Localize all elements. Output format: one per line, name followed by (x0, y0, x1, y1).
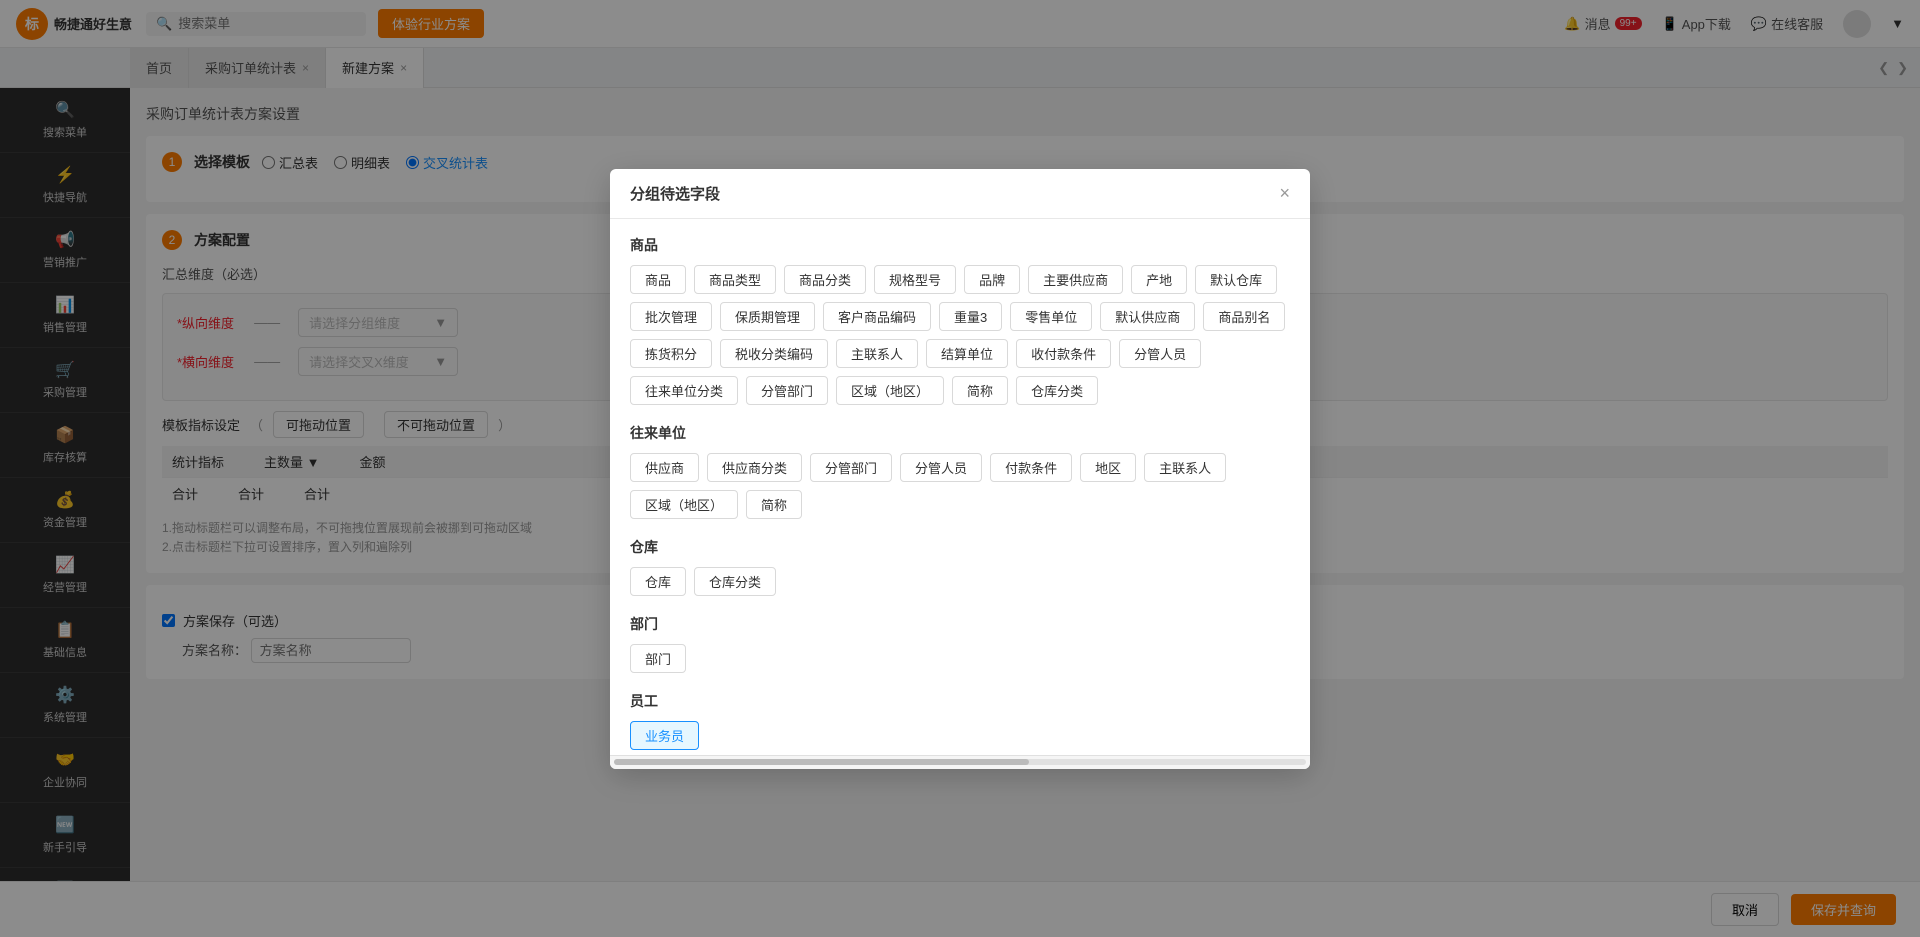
section-title-1: 往来单位 (630, 423, 1290, 443)
field-chip-0-21[interactable]: 往来单位分类 (630, 376, 738, 405)
field-chip-0-16[interactable]: 税收分类编码 (720, 339, 828, 368)
field-chip-0-10[interactable]: 客户商品编码 (823, 302, 931, 331)
field-grid-3: 部门 (630, 644, 1290, 673)
section-title-0: 商品 (630, 235, 1290, 255)
field-chip-1-6[interactable]: 主联系人 (1144, 453, 1226, 482)
field-chip-4-0[interactable]: 业务员 (630, 721, 699, 750)
modal-section-1: 往来单位供应商供应商分类分管部门分管人员付款条件地区主联系人区域（地区） 简称 (630, 423, 1290, 519)
field-chip-1-0[interactable]: 供应商 (630, 453, 699, 482)
field-chip-1-5[interactable]: 地区 (1080, 453, 1136, 482)
field-chip-0-18[interactable]: 结算单位 (926, 339, 1008, 368)
field-chip-0-9[interactable]: 保质期管理 (720, 302, 815, 331)
field-chip-1-2[interactable]: 分管部门 (810, 453, 892, 482)
field-chip-0-24[interactable]: 简称 (952, 376, 1008, 405)
field-chip-0-5[interactable]: 主要供应商 (1028, 265, 1123, 294)
field-chip-1-1[interactable]: 供应商分类 (707, 453, 802, 482)
field-chip-0-11[interactable]: 重量3 (939, 302, 1002, 331)
field-grid-4: 业务员 (630, 721, 1290, 750)
section-title-4: 员工 (630, 691, 1290, 711)
field-chip-0-22[interactable]: 分管部门 (746, 376, 828, 405)
field-grid-0: 商品商品类型商品分类规格型号品牌主要供应商产地默认仓库批次管理保质期管理客户商品… (630, 265, 1290, 405)
field-chip-0-15[interactable]: 拣货积分 (630, 339, 712, 368)
field-chip-1-7[interactable]: 区域（地区） (630, 490, 738, 519)
field-chip-0-14[interactable]: 商品别名 (1203, 302, 1285, 331)
modal-section-3: 部门部门 (630, 614, 1290, 673)
field-chip-0-12[interactable]: 零售单位 (1010, 302, 1092, 331)
field-chip-0-23[interactable]: 区域（地区） (836, 376, 944, 405)
field-chip-2-1[interactable]: 仓库分类 (694, 567, 776, 596)
field-chip-0-25[interactable]: 仓库分类 (1016, 376, 1098, 405)
field-chip-0-13[interactable]: 默认供应商 (1100, 302, 1195, 331)
field-grid-2: 仓库仓库分类 (630, 567, 1290, 596)
scroll-track (614, 759, 1306, 765)
modal-close-button[interactable]: × (1279, 183, 1290, 204)
modal-section-4: 员工业务员 (630, 691, 1290, 750)
modal-body: 商品商品商品类型商品分类规格型号品牌主要供应商产地默认仓库批次管理保质期管理客户… (610, 219, 1310, 755)
field-chip-0-0[interactable]: 商品 (630, 265, 686, 294)
field-chip-0-8[interactable]: 批次管理 (630, 302, 712, 331)
field-grid-1: 供应商供应商分类分管部门分管人员付款条件地区主联系人区域（地区） 简称 (630, 453, 1290, 519)
field-chip-0-19[interactable]: 收付款条件 (1016, 339, 1111, 368)
modal-section-2: 仓库仓库仓库分类 (630, 537, 1290, 596)
modal-header: 分组待选字段 × (610, 169, 1310, 219)
modal-title: 分组待选字段 (630, 183, 720, 204)
modal: 分组待选字段 × 商品商品商品类型商品分类规格型号品牌主要供应商产地默认仓库批次… (610, 169, 1310, 769)
field-chip-3-0[interactable]: 部门 (630, 644, 686, 673)
field-chip-1-3[interactable]: 分管人员 (900, 453, 982, 482)
field-chip-2-0[interactable]: 仓库 (630, 567, 686, 596)
modal-section-0: 商品商品商品类型商品分类规格型号品牌主要供应商产地默认仓库批次管理保质期管理客户… (630, 235, 1290, 405)
field-chip-0-17[interactable]: 主联系人 (836, 339, 918, 368)
field-chip-0-2[interactable]: 商品分类 (784, 265, 866, 294)
field-chip-0-3[interactable]: 规格型号 (874, 265, 956, 294)
scroll-thumb (614, 759, 1029, 765)
field-chip-0-20[interactable]: 分管人员 (1119, 339, 1201, 368)
modal-overlay[interactable]: 分组待选字段 × 商品商品商品类型商品分类规格型号品牌主要供应商产地默认仓库批次… (0, 0, 1920, 937)
modal-scroll-bottom (610, 755, 1310, 769)
section-title-3: 部门 (630, 614, 1290, 634)
field-chip-0-6[interactable]: 产地 (1131, 265, 1187, 294)
field-chip-1-8[interactable]: 简称 (746, 490, 802, 519)
field-chip-0-7[interactable]: 默认仓库 (1195, 265, 1277, 294)
field-chip-1-4[interactable]: 付款条件 (990, 453, 1072, 482)
section-title-2: 仓库 (630, 537, 1290, 557)
field-chip-0-4[interactable]: 品牌 (964, 265, 1020, 294)
field-chip-0-1[interactable]: 商品类型 (694, 265, 776, 294)
